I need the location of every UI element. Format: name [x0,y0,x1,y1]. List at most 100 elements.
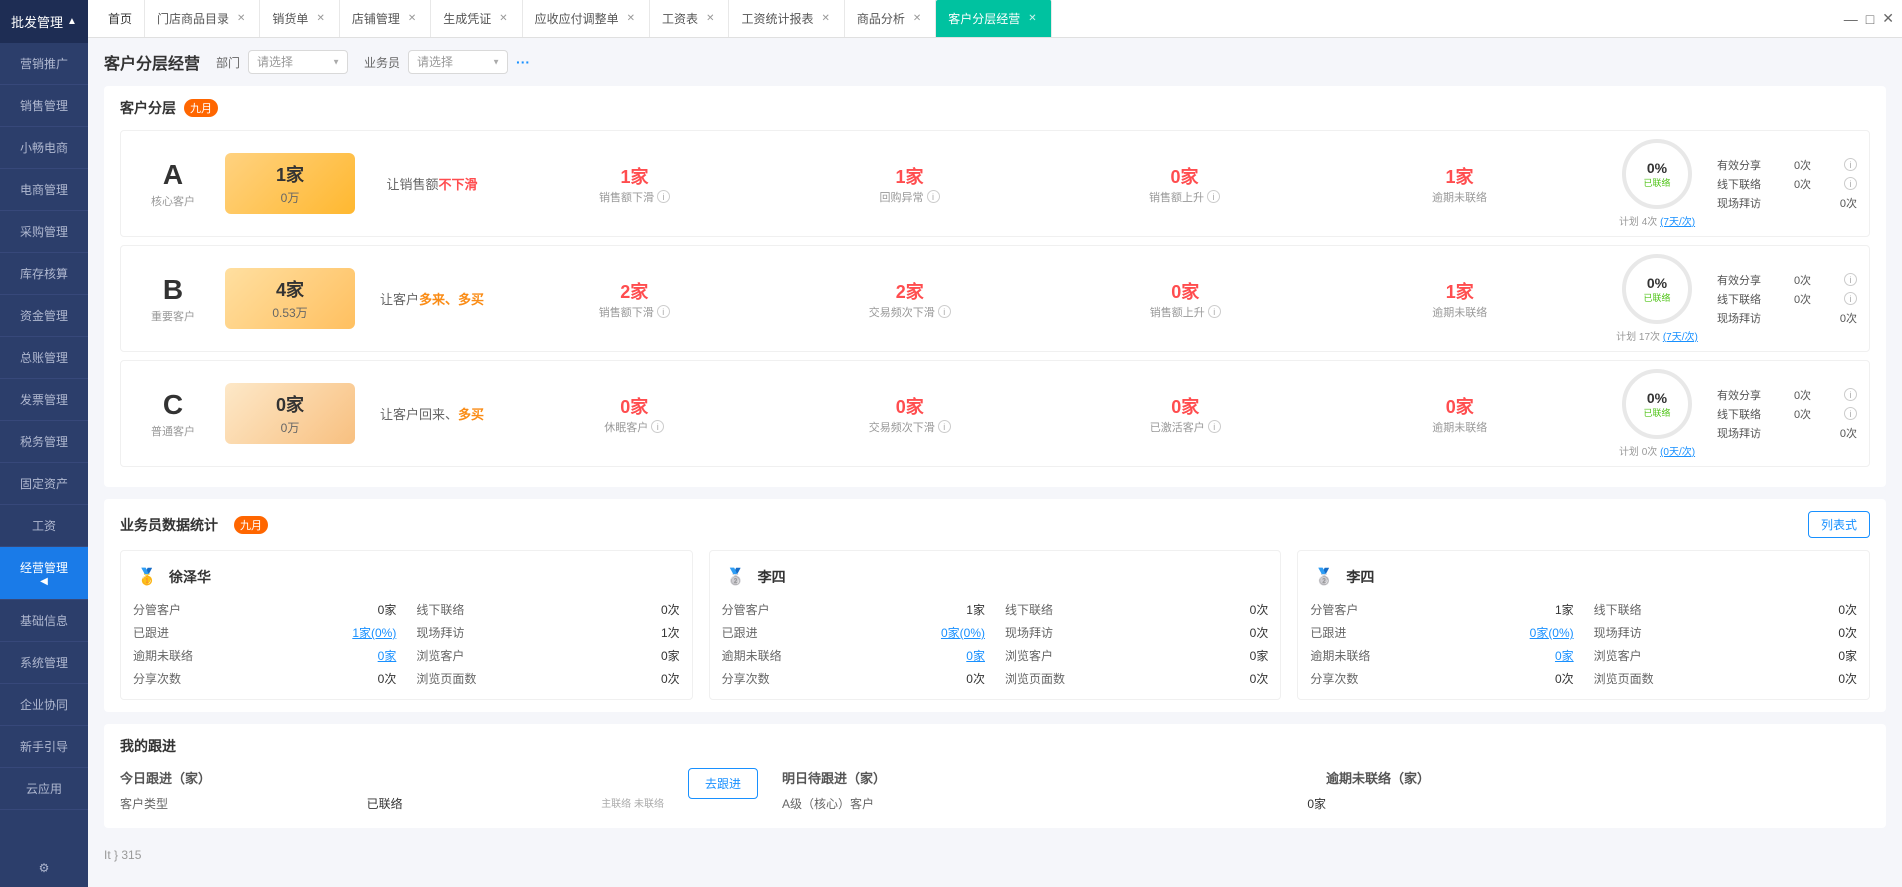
sidebar-item-finance[interactable]: 资金管理 [0,295,88,337]
biz-stats-grid-3: 分管客户 1家 线下联络 0次 已跟进 0家(0%) 现场拜访 [1310,601,1857,687]
minimize-icon[interactable]: — [1844,11,1858,27]
info-icon[interactable]: i [938,305,951,318]
tier-b-amount: 0.53万 [272,304,307,321]
sidebar-item-ecom-small[interactable]: 小畅电商 [0,127,88,169]
tier-c-right-stats: 有效分享 0次 i 线下联络 0次 i 现场拜访 0次 [1717,387,1857,441]
close-icon[interactable]: ✕ [819,12,831,25]
tab-payroll-report[interactable]: 工资统计报表 ✕ [729,0,844,38]
followup-header: 我的跟进 [120,736,1870,756]
goto-followup-button[interactable]: 去跟进 [688,768,758,799]
tier-a-stat2-count: 1家 [870,163,950,189]
biz-stat-row: 逾期未联络 0家 [722,647,985,664]
close-icon[interactable]: ✕ [314,12,326,25]
biz-title: 业务员数据统计 [120,515,218,535]
customer-tier-header: 客户分层 九月 [120,98,1870,118]
tier-b-stat3-label: 销售额上升 i [1145,304,1225,320]
sidebar-item-invoice[interactable]: 发票管理 [0,379,88,421]
sidebar-item-purchase[interactable]: 采购管理 [0,211,88,253]
info-icon[interactable]: i [657,190,670,203]
tab-ar-ap[interactable]: 应收应付调整单 ✕ [523,0,650,38]
plan-link[interactable]: (7天/次) [1660,217,1695,228]
tab-product-analysis[interactable]: 商品分析 ✕ [845,0,936,38]
sidebar-item-sales[interactable]: 销售管理 [0,85,88,127]
info-icon[interactable]: i [1844,273,1857,286]
biz-stat-row: 分享次数 0次 [1310,670,1573,687]
more-filter-button[interactable]: ··· [516,54,530,70]
biz-stat-row: 现场拜访 1次 [416,624,679,641]
sidebar-item-system[interactable]: 系统管理 [0,642,88,684]
sidebar-item-guide[interactable]: 新手引导 [0,726,88,768]
info-icon[interactable]: i [927,190,940,203]
followup-section: 我的跟进 今日跟进（家） 客户类型 已联络 主联络 未联络 去跟进 明日待跟进（… [104,724,1886,828]
close-icon[interactable]: ✕ [235,12,247,25]
circle-percent: 0% [1647,390,1667,406]
tab-voucher[interactable]: 生成凭证 ✕ [431,0,522,38]
info-icon[interactable]: i [1844,158,1857,171]
tier-a-promo: 让销售额不下滑 [367,174,497,193]
info-icon[interactable]: i [1844,407,1857,420]
sidebar-item-payroll[interactable]: 工资 [0,505,88,547]
tab-store-products[interactable]: 门店商品目录 ✕ [145,0,260,38]
restore-icon[interactable]: □ [1866,11,1874,27]
customer-tier-section: 客户分层 九月 A 核心客户 1家 0万 让销售额不下滑 1家 [104,86,1886,487]
info-icon[interactable]: i [938,420,951,433]
sidebar-item-tax[interactable]: 税务管理 [0,421,88,463]
biz-card-header: 🥈 李四 [1310,563,1857,591]
tab-home[interactable]: 首页 [96,0,145,38]
close-icon[interactable]: ✕ [406,12,418,25]
tier-c-stat2: 0家 交易频次下滑 i [869,393,951,435]
tab-payroll-sheet[interactable]: 工资表 ✕ [650,0,729,38]
info-icon[interactable]: i [651,420,664,433]
info-icon[interactable]: i [1208,305,1221,318]
close-icon[interactable]: ✕ [1026,12,1038,25]
tier-c-volume: 0家 0万 [225,383,355,444]
biz-stats-grid-1: 分管客户 0家 线下联络 0次 已跟进 1家(0%) 现场拜访 [133,601,680,687]
info-icon[interactable]: i [1844,388,1857,401]
tab-store-mgmt[interactable]: 店铺管理 ✕ [340,0,431,38]
close-icon[interactable]: ✕ [704,12,716,25]
tier-a-promo-highlight: 不下滑 [439,177,478,192]
plan-link[interactable]: (0天/次) [1660,447,1695,458]
settings-icon[interactable]: ⚙ [0,849,88,887]
close-icon[interactable]: ✕ [497,12,509,25]
sidebar-item-assets[interactable]: 固定资产 [0,463,88,505]
tier-a-row: A 核心客户 1家 0万 让销售额不下滑 1家 销售额下滑 i [120,130,1870,237]
staff-select[interactable]: 请选择 [408,50,508,74]
sidebar-logo[interactable]: 批发管理 ▲ [0,0,88,43]
sidebar-item-cloud[interactable]: 云应用 [0,768,88,810]
sidebar-item-base[interactable]: 基础信息 [0,600,88,642]
biz-stat-row: 逾期未联络 0家 [133,647,396,664]
sidebar-item-collab[interactable]: 企业协同 [0,684,88,726]
dept-select[interactable]: 请选择 [248,50,348,74]
close-icon[interactable]: ✕ [911,12,923,25]
plan-link[interactable]: (7天/次) [1663,332,1698,343]
biz-grid: 🥇 徐泽华 分管客户 0家 线下联络 0次 已跟进 [120,550,1870,700]
info-icon[interactable]: i [1208,420,1221,433]
info-icon[interactable]: i [1844,292,1857,305]
close-icon[interactable]: ✕ [625,12,637,25]
info-icon[interactable]: i [1207,190,1220,203]
sidebar-item-inventory[interactable]: 库存核算 [0,253,88,295]
close-window-icon[interactable]: ✕ [1882,10,1894,27]
right-stat-row: 线下联络 0次 i [1717,406,1857,422]
right-stat-row: 有效分享 0次 i [1717,272,1857,288]
today-followup-title: 今日跟进（家） [120,768,664,787]
info-icon[interactable]: i [657,305,670,318]
silver-medal-icon: 🥈 [722,563,750,591]
tab-customer-tier[interactable]: 客户分层经营 ✕ [936,0,1051,38]
contact-circle: 0% 已联络 [1622,254,1692,324]
right-stat-row: 线下联络 0次 i [1717,291,1857,307]
list-view-button[interactable]: 列表式 [1808,511,1870,538]
sidebar-item-ecom[interactable]: 电商管理 [0,169,88,211]
sidebar-item-marketing[interactable]: 营销推广 [0,43,88,85]
tab-sales-order[interactable]: 销货单 ✕ [260,0,339,38]
sidebar-item-management[interactable]: 经营管理 ◀ [0,547,88,600]
tier-a-volume: 1家 0万 [225,153,355,214]
info-icon[interactable]: i [1844,177,1857,190]
circle-percent: 0% [1647,275,1667,291]
tier-c-stat4: 0家 逾期未联络 [1420,393,1500,435]
tomorrow-followup-title: 明日待跟进（家） [782,768,1326,787]
staff-filter: 业务员 请选择 ··· [364,50,530,74]
sidebar-item-ledger[interactable]: 总账管理 [0,337,88,379]
biz-card-header: 🥈 李四 [722,563,1269,591]
